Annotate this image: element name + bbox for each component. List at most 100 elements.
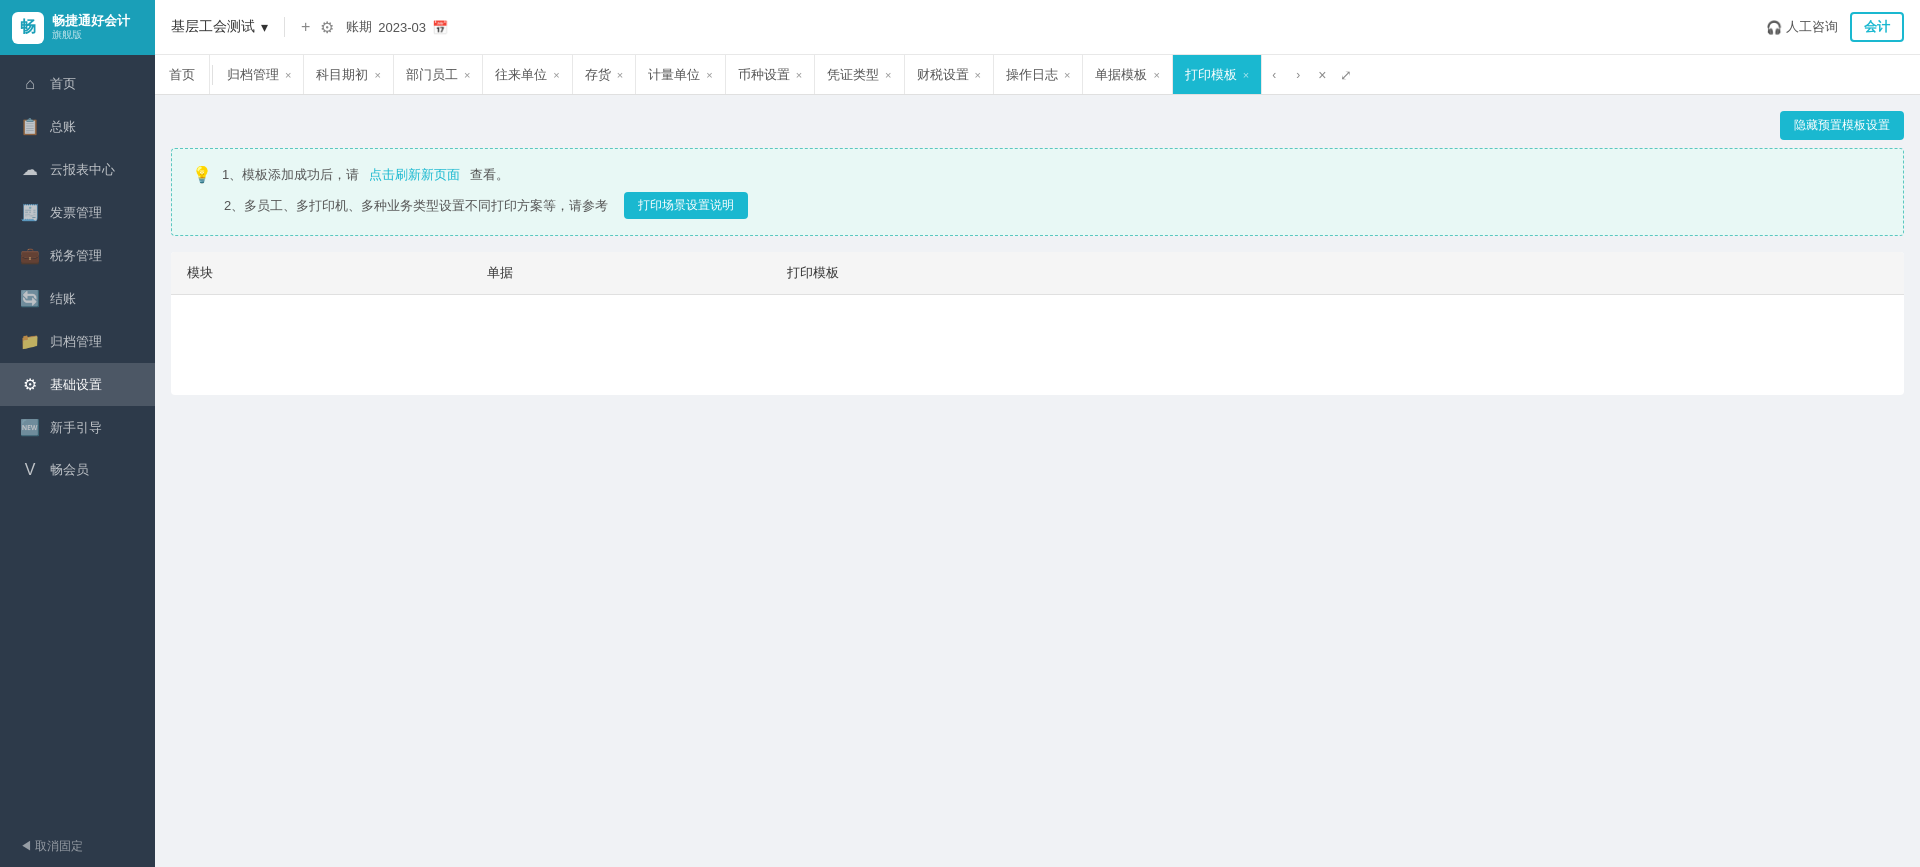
- sidebar-item-guide[interactable]: 🆕 新手引导: [0, 406, 155, 449]
- notice-row-1: 💡 1、模板添加成功后，请 点击刷新新页面 查看。: [192, 165, 1883, 184]
- sidebar-item-checkout[interactable]: 🔄 结账: [0, 277, 155, 320]
- add-tab-icon[interactable]: +: [301, 18, 310, 36]
- tab-close-inventory[interactable]: ×: [617, 69, 623, 81]
- tab-close-print_template[interactable]: ×: [1243, 69, 1249, 81]
- sidebar: 畅 畅捷通好会计 旗舰版 ⌂ 首页 📋 总账 ☁ 云报表中心 🧾 发票管理 💼 …: [0, 0, 155, 867]
- sidebar-item-settings[interactable]: ⚙ 基础设置: [0, 363, 155, 406]
- tab-subjects[interactable]: 科目期初 ×: [304, 55, 393, 94]
- tab-label-subjects: 科目期初: [316, 66, 368, 84]
- archive-label: 归档管理: [50, 333, 102, 351]
- tab-close-departments[interactable]: ×: [464, 69, 470, 81]
- tab-units[interactable]: 计量单位×: [636, 55, 725, 94]
- settings-icon[interactable]: ⚙: [320, 18, 334, 37]
- bulb-icon: 💡: [192, 165, 212, 184]
- headset-icon: 🎧: [1766, 20, 1782, 35]
- home-label: 首页: [50, 75, 76, 93]
- tab-label-contacts: 往来单位: [495, 66, 547, 84]
- tab-tax_settings[interactable]: 财税设置 ×: [905, 55, 994, 94]
- tab-close-tax_settings[interactable]: ×: [975, 69, 981, 81]
- tab-print_template[interactable]: 打印模板×: [1173, 55, 1262, 94]
- tab-close-all-button[interactable]: ×: [1310, 55, 1334, 94]
- tab-label-operation_log: 操作日志: [1006, 66, 1058, 84]
- notice-line1-suffix: 查看。: [470, 166, 509, 184]
- table-header: 模块 单据 打印模板: [171, 252, 1904, 295]
- member-icon: V: [20, 461, 40, 479]
- sidebar-item-reports[interactable]: ☁ 云报表中心: [0, 148, 155, 191]
- tab-close-units[interactable]: ×: [706, 69, 712, 81]
- sidebar-nav: ⌂ 首页 📋 总账 ☁ 云报表中心 🧾 发票管理 💼 税务管理 🔄 结账 📁 归…: [0, 55, 155, 826]
- tab-contacts[interactable]: 往来单位 ×: [483, 55, 572, 94]
- account-button[interactable]: 会计: [1850, 12, 1904, 42]
- sidebar-item-tax[interactable]: 💼 税务管理: [0, 234, 155, 277]
- sidebar-logo: 畅 畅捷通好会计 旗舰版: [0, 0, 155, 55]
- tabbar: 首页归档管理×科目期初×部门员工×往来单位×存货×计量单位×币种设置×凭证类型×…: [155, 55, 1920, 95]
- tab-operation_log[interactable]: 操作日志 ×: [994, 55, 1083, 94]
- tab-label-inventory: 存货: [585, 66, 611, 84]
- print-scene-button[interactable]: 打印场景设置说明: [624, 192, 748, 219]
- ledger-icon: 📋: [20, 117, 40, 136]
- customer-service-button[interactable]: 🎧 人工咨询: [1766, 18, 1838, 36]
- tab-prev-button[interactable]: ‹: [1262, 55, 1286, 94]
- guide-icon: 🆕: [20, 418, 40, 437]
- content-area: 隐藏预置模板设置 💡 1、模板添加成功后，请 点击刷新新页面 查看。 2、多员工…: [155, 95, 1920, 867]
- tab-close-voucher_type[interactable]: ×: [885, 69, 891, 81]
- topbar-right: 🎧 人工咨询 会计: [1766, 12, 1904, 42]
- sidebar-item-member[interactable]: V 畅会员: [0, 449, 155, 491]
- notice-line1-prefix: 1、模板添加成功后，请: [222, 166, 359, 184]
- tab-close-single_form[interactable]: ×: [1153, 69, 1159, 81]
- sidebar-item-home[interactable]: ⌂ 首页: [0, 63, 155, 105]
- tab-label-departments: 部门员工: [406, 66, 458, 84]
- tab-label-archive: 归档管理: [227, 66, 279, 84]
- tax-icon: 💼: [20, 246, 40, 265]
- topbar-divider: [284, 17, 285, 37]
- tab-label-single_form: 单据模板: [1095, 66, 1147, 84]
- ledger-label: 总账: [50, 118, 76, 136]
- tax-label: 税务管理: [50, 247, 102, 265]
- tab-label-voucher_type: 凭证类型: [827, 66, 879, 84]
- period-selector[interactable]: 账期 2023-03 📅: [346, 18, 448, 36]
- chevron-down-icon[interactable]: ▾: [261, 19, 268, 35]
- tab-departments[interactable]: 部门员工 ×: [394, 55, 483, 94]
- settings-icon: ⚙: [20, 375, 40, 394]
- checkout-label: 结账: [50, 290, 76, 308]
- refresh-link[interactable]: 点击刷新新页面: [369, 166, 460, 184]
- topbar: 基层工会测试 ▾ + ⚙ 账期 2023-03 📅 🎧 人工咨询 会计: [155, 0, 1920, 55]
- period-label: 账期: [346, 18, 372, 36]
- tab-close-currency[interactable]: ×: [796, 69, 802, 81]
- notice-line2-prefix: 2、多员工、多打印机、多种业务类型设置不同打印方案等，请参考: [224, 197, 608, 215]
- tab-label-currency: 币种设置: [738, 66, 790, 84]
- company-selector[interactable]: 基层工会测试 ▾: [171, 18, 268, 36]
- sidebar-item-archive[interactable]: 📁 归档管理: [0, 320, 155, 363]
- main-area: 基层工会测试 ▾ + ⚙ 账期 2023-03 📅 🎧 人工咨询 会计 首页归档…: [155, 0, 1920, 867]
- tab-label-tax_settings: 财税设置: [917, 66, 969, 84]
- tab-close-operation_log[interactable]: ×: [1064, 69, 1070, 81]
- notice-box: 💡 1、模板添加成功后，请 点击刷新新页面 查看。 2、多员工、多打印机、多种业…: [171, 148, 1904, 236]
- tab-close-contacts[interactable]: ×: [553, 69, 559, 81]
- tab-close-subjects[interactable]: ×: [374, 69, 380, 81]
- invoice-label: 发票管理: [50, 204, 102, 222]
- company-name: 基层工会测试: [171, 18, 255, 36]
- sidebar-item-ledger[interactable]: 📋 总账: [0, 105, 155, 148]
- reports-label: 云报表中心: [50, 161, 115, 179]
- table-body: [171, 295, 1904, 395]
- invoice-icon: 🧾: [20, 203, 40, 222]
- sidebar-item-invoice[interactable]: 🧾 发票管理: [0, 191, 155, 234]
- tab-archive[interactable]: 归档管理 ×: [215, 55, 304, 94]
- tab-next-button[interactable]: ›: [1286, 55, 1310, 94]
- print-template-table: 模块 单据 打印模板: [171, 252, 1904, 395]
- col-template: 打印模板: [771, 252, 1904, 294]
- tab-currency[interactable]: 币种设置 ×: [726, 55, 815, 94]
- tab-voucher_type[interactable]: 凭证类型 ×: [815, 55, 904, 94]
- hide-preview-button[interactable]: 隐藏预置模板设置: [1780, 111, 1904, 140]
- tab-single_form[interactable]: 单据模板 ×: [1083, 55, 1172, 94]
- sidebar-unpin-button[interactable]: ◀ 取消固定: [0, 826, 155, 867]
- tab-home[interactable]: 首页: [155, 55, 210, 94]
- logo-text: 畅捷通好会计 旗舰版: [52, 13, 130, 43]
- tab-expand-button[interactable]: ⤢: [1334, 55, 1358, 94]
- tab-close-archive[interactable]: ×: [285, 69, 291, 81]
- tab-inventory[interactable]: 存货 ×: [573, 55, 636, 94]
- col-module: 模块: [171, 252, 471, 294]
- logo-icon: 畅: [12, 12, 44, 44]
- reports-icon: ☁: [20, 160, 40, 179]
- calendar-icon[interactable]: 📅: [432, 20, 448, 35]
